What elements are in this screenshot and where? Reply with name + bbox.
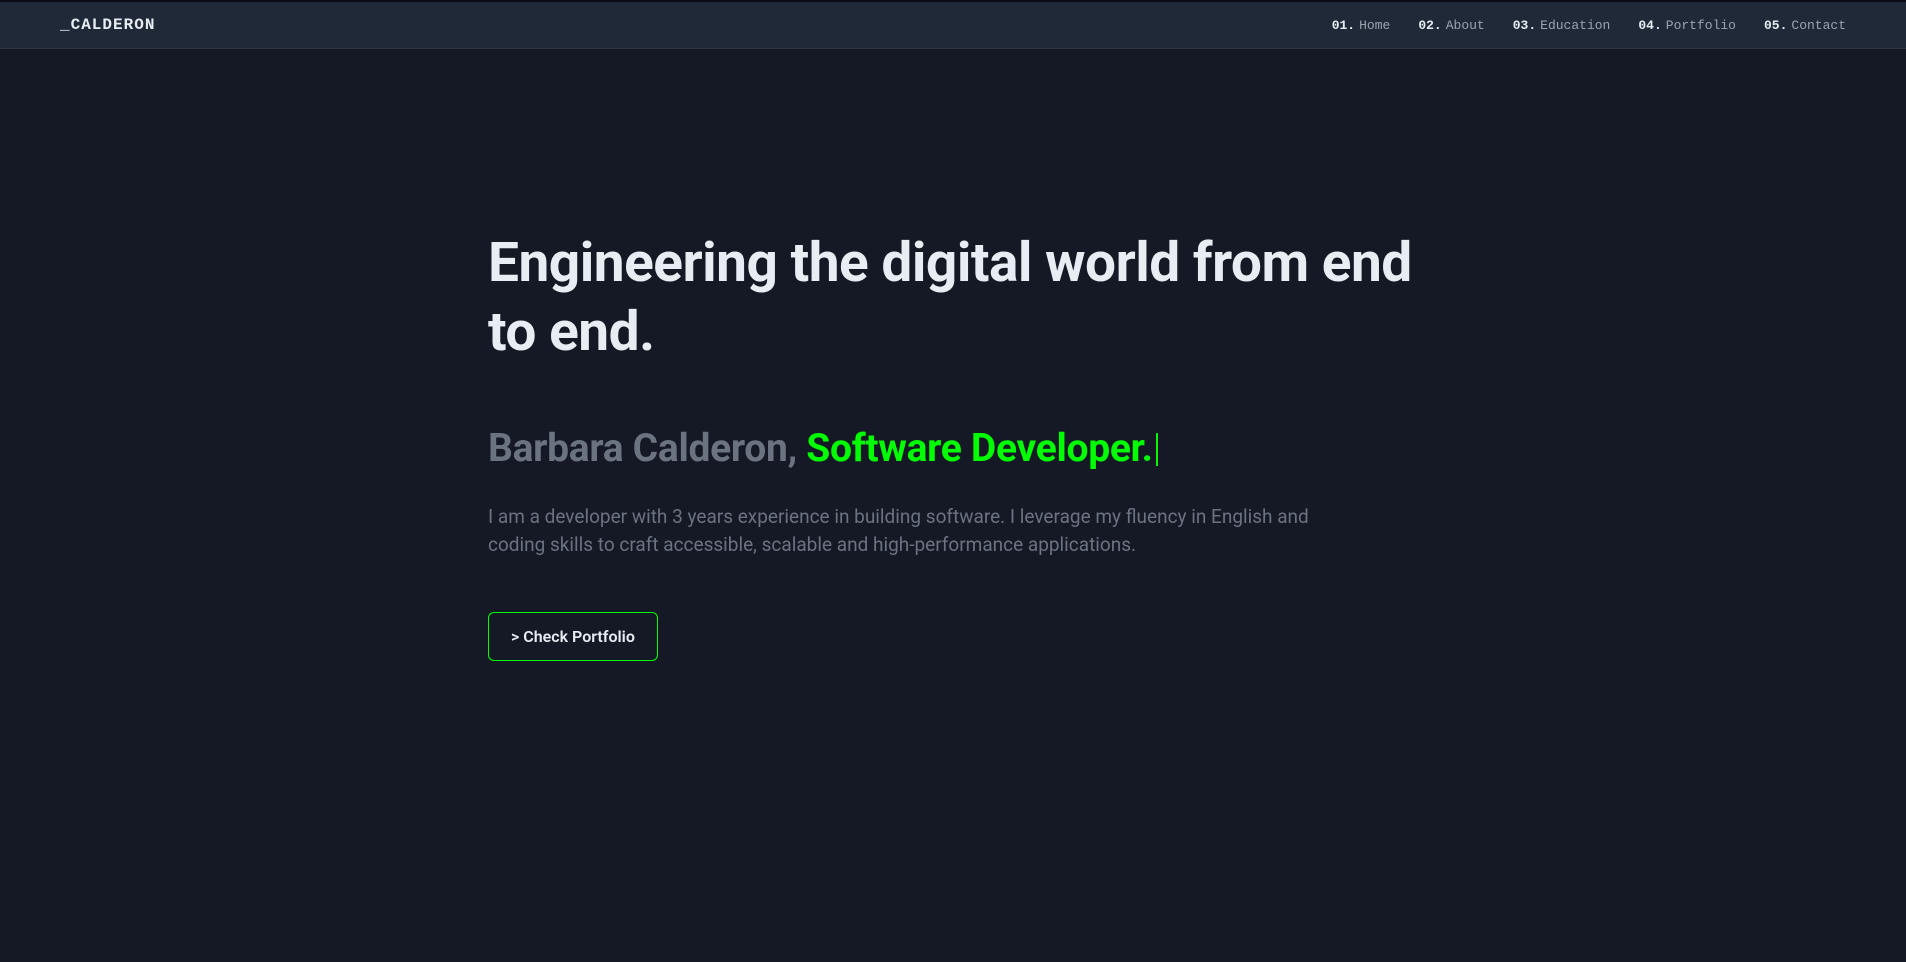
- nav-item-about[interactable]: 02. About: [1418, 18, 1484, 33]
- nav-label: Home: [1359, 18, 1390, 33]
- nav-item-education[interactable]: 03. Education: [1513, 18, 1611, 33]
- hero-section: Engineering the digital world from end t…: [488, 49, 1418, 661]
- nav-num: 04.: [1638, 18, 1661, 33]
- hero-name: Barbara Calderon,: [488, 425, 806, 471]
- nav-label: Education: [1540, 18, 1610, 33]
- nav-item-portfolio[interactable]: 04. Portfolio: [1638, 18, 1736, 33]
- hero-description: I am a developer with 3 years experience…: [488, 503, 1348, 560]
- nav-label: Portfolio: [1666, 18, 1736, 33]
- nav-num: 01.: [1332, 18, 1355, 33]
- typing-cursor-icon: |: [1153, 425, 1161, 471]
- hero-headline: Engineering the digital world from end t…: [488, 229, 1418, 367]
- nav-label: Contact: [1791, 18, 1846, 33]
- check-portfolio-button[interactable]: > Check Portfolio: [488, 612, 658, 661]
- nav-num: 02.: [1418, 18, 1441, 33]
- nav-num: 03.: [1513, 18, 1536, 33]
- nav-item-contact[interactable]: 05. Contact: [1764, 18, 1846, 33]
- nav-num: 05.: [1764, 18, 1787, 33]
- hero-role: Software Developer.: [806, 425, 1152, 471]
- navbar: _CALDERON 01. Home 02. About 03. Educati…: [0, 2, 1906, 49]
- nav-links: 01. Home 02. About 03. Education 04. Por…: [1332, 18, 1846, 33]
- nav-item-home[interactable]: 01. Home: [1332, 18, 1391, 33]
- hero-subtitle: Barbara Calderon, Software Developer.|: [488, 425, 1418, 471]
- logo[interactable]: _CALDERON: [60, 16, 155, 34]
- nav-label: About: [1446, 18, 1485, 33]
